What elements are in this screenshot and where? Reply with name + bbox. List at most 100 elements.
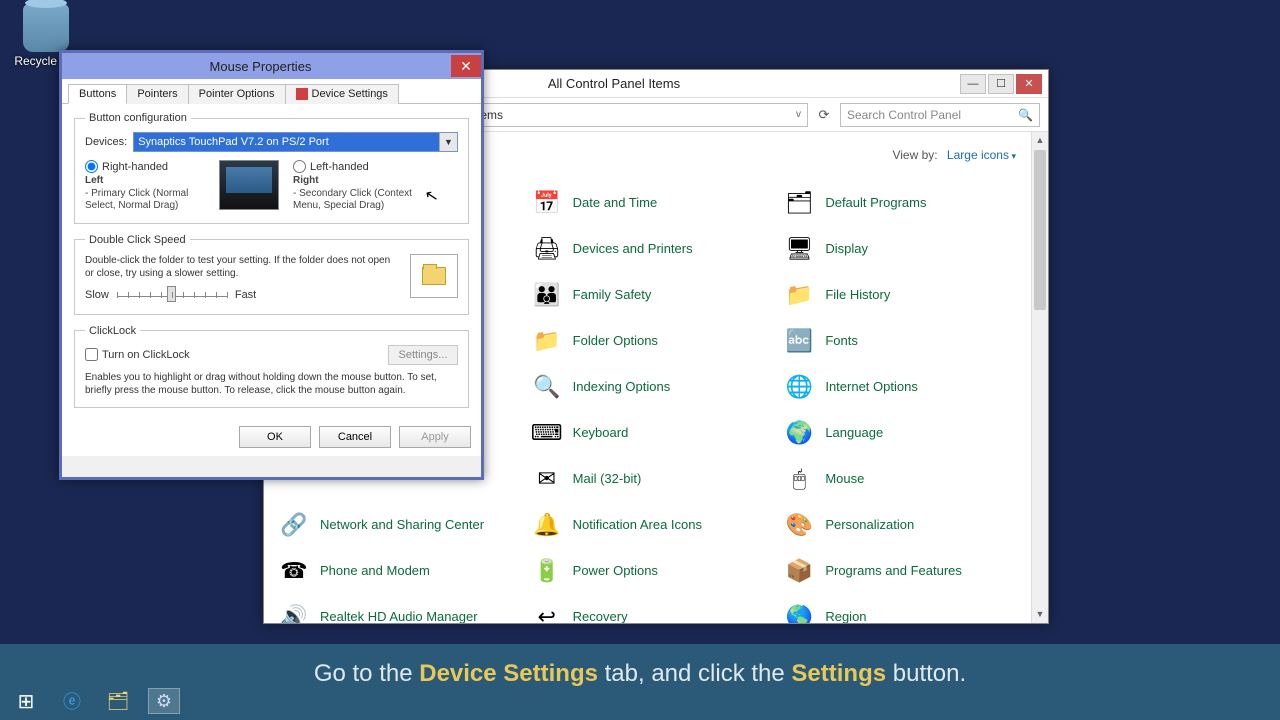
devices-value: Synaptics TouchPad V7.2 on PS/2 Port [138,136,329,148]
cp-item-label: Language [825,425,883,441]
cp-item[interactable]: 🔍 Indexing Options [527,364,774,410]
cp-item[interactable]: 🔔 Notification Area Icons [527,502,774,548]
cp-item[interactable]: 🌍 Language [779,410,1026,456]
cp-item-label: Network and Sharing Center [320,517,484,533]
synaptics-icon [296,88,308,100]
dcs-slider[interactable] [117,286,227,304]
minimize-button[interactable]: — [960,74,986,94]
touchpad-icon [219,160,279,210]
cp-item[interactable]: ✉Mail (32-bit) [527,456,774,502]
view-by-label: View by: [892,148,937,162]
cp-item-label: File History [825,287,890,303]
cp-item[interactable]: 📅 Date and Time [527,180,774,226]
mp-body: Button configuration Devices: Synaptics … [62,104,481,456]
cp-item-icon: 🔔 [531,509,563,541]
close-button[interactable]: ✕ [1016,74,1042,94]
cp-item[interactable]: 🗂 Default Programs [779,180,1026,226]
cp-item-label: Default Programs [825,195,926,211]
cp-item-icon: 🖥 [783,233,815,265]
taskbar-control-panel-icon[interactable]: ⚙ [148,688,180,714]
cp-item-icon: 🔊 [278,601,310,623]
cp-item[interactable]: 🔊 Realtek HD Audio Manager [274,594,521,623]
clicklock-checkbox[interactable]: Turn on ClickLock [85,348,190,361]
cp-item[interactable]: 🔗Network and Sharing Center [274,502,521,548]
cp-item-label: Indexing Options [573,379,671,395]
cp-item[interactable]: 🌐Internet Options [779,364,1026,410]
scrollbar[interactable]: ▲ ▼ [1031,132,1048,623]
cp-item-label: Notification Area Icons [573,517,702,533]
cp-item[interactable]: 🖨Devices and Printers [527,226,774,272]
cp-item-label: Keyboard [573,425,629,441]
cp-item[interactable]: 📁 File History [779,272,1026,318]
refresh-button[interactable]: ⟳ [814,107,834,123]
cp-item-icon: 🔍 [531,371,563,403]
left-handed-radio[interactable]: Left-handed [293,160,423,173]
left-desc: - Primary Click (Normal Select, Normal D… [85,188,188,212]
dcs-text: Double-click the folder to test your set… [85,254,400,280]
cp-item[interactable]: 📦Programs and Features [779,548,1026,594]
right-handed-radio[interactable]: Right-handed [85,160,215,173]
cp-item-icon: 📁 [783,279,815,311]
cp-item[interactable]: 🖥Display [779,226,1026,272]
apply-button: Apply [399,426,471,448]
tab-pointer-options[interactable]: Pointer Options [188,84,286,104]
cp-item-icon: ✉ [531,463,563,495]
tab-pointers[interactable]: Pointers [126,84,188,104]
view-by-value[interactable]: Large icons [947,148,1016,162]
right-heading: Right [293,175,319,186]
cp-item[interactable]: 📁Folder Options [527,318,774,364]
devices-label: Devices: [85,136,127,148]
taskbar-explorer-icon[interactable]: 🗂 [102,688,134,714]
tab-buttons[interactable]: Buttons [68,84,127,104]
mp-close-button[interactable]: ✕ [451,55,481,77]
double-click-speed-group: Double Click Speed Double-click the fold… [74,234,469,315]
search-placeholder: Search Control Panel [847,108,961,122]
cp-item[interactable]: 🎨 Personalization [779,502,1026,548]
devices-select[interactable]: Synaptics TouchPad V7.2 on PS/2 Port ▼ [133,132,458,152]
cp-item-icon: ☎ [278,555,310,587]
cp-item[interactable]: ☎Phone and Modem [274,548,521,594]
ok-button[interactable]: OK [239,426,311,448]
cp-item-icon: 🖱 [783,463,815,495]
cp-item-icon: 🌐 [783,371,815,403]
cp-item-label: Personalization [825,517,914,533]
taskbar-ie-icon[interactable]: ⓔ [56,688,88,714]
cp-item[interactable]: 👪Family Safety [527,272,774,318]
cp-item-label: Power Options [573,563,658,579]
cp-item[interactable]: 🔤Fonts [779,318,1026,364]
cp-item-label: Realtek HD Audio Manager [320,609,478,623]
search-input[interactable]: Search Control Panel 🔍 [840,103,1040,127]
cp-item-icon: 🔋 [531,555,563,587]
scroll-thumb[interactable] [1034,150,1046,310]
cp-item[interactable]: ⌨Keyboard [527,410,774,456]
cp-item-label: Date and Time [573,195,658,211]
scroll-down-icon[interactable]: ▼ [1032,606,1048,623]
cp-item[interactable]: 🖱Mouse [779,456,1026,502]
dcs-test-folder[interactable] [410,254,458,298]
cancel-button[interactable]: Cancel [319,426,391,448]
cp-item[interactable]: 🌎Region [779,594,1026,623]
dcs-slow-label: Slow [85,289,109,301]
scroll-up-icon[interactable]: ▲ [1032,132,1048,149]
cp-item-icon: 📁 [531,325,563,357]
cp-item-icon: 📅 [531,187,563,219]
start-button[interactable]: ⊞ [10,688,42,714]
cp-item-icon: 🔤 [783,325,815,357]
cp-item-icon: 🎨 [783,509,815,541]
cp-item-icon: 🗂 [783,187,815,219]
caption-text: Go to the Device Settings tab, and click… [20,660,1260,704]
tab-device-settings[interactable]: Device Settings [285,84,399,104]
devices-dropdown-icon[interactable]: ▼ [439,133,457,151]
mp-dialog-buttons: OK Cancel Apply [239,426,471,448]
mp-tabs: Buttons Pointers Pointer Options Device … [62,79,481,104]
breadcrumb-dropdown-icon[interactable]: v [796,109,801,120]
mp-titlebar: Mouse Properties ✕ [62,53,481,79]
cp-item[interactable]: ↩Recovery [527,594,774,623]
maximize-button[interactable]: ☐ [988,74,1014,94]
right-desc: - Secondary Click (Context Menu, Special… [293,188,412,212]
cp-item[interactable]: 🔋 Power Options [527,548,774,594]
cp-item-icon: 🌍 [783,417,815,449]
cp-item-icon: 🌎 [783,601,815,623]
dcs-fast-label: Fast [235,289,256,301]
cp-item-icon: 📦 [783,555,815,587]
